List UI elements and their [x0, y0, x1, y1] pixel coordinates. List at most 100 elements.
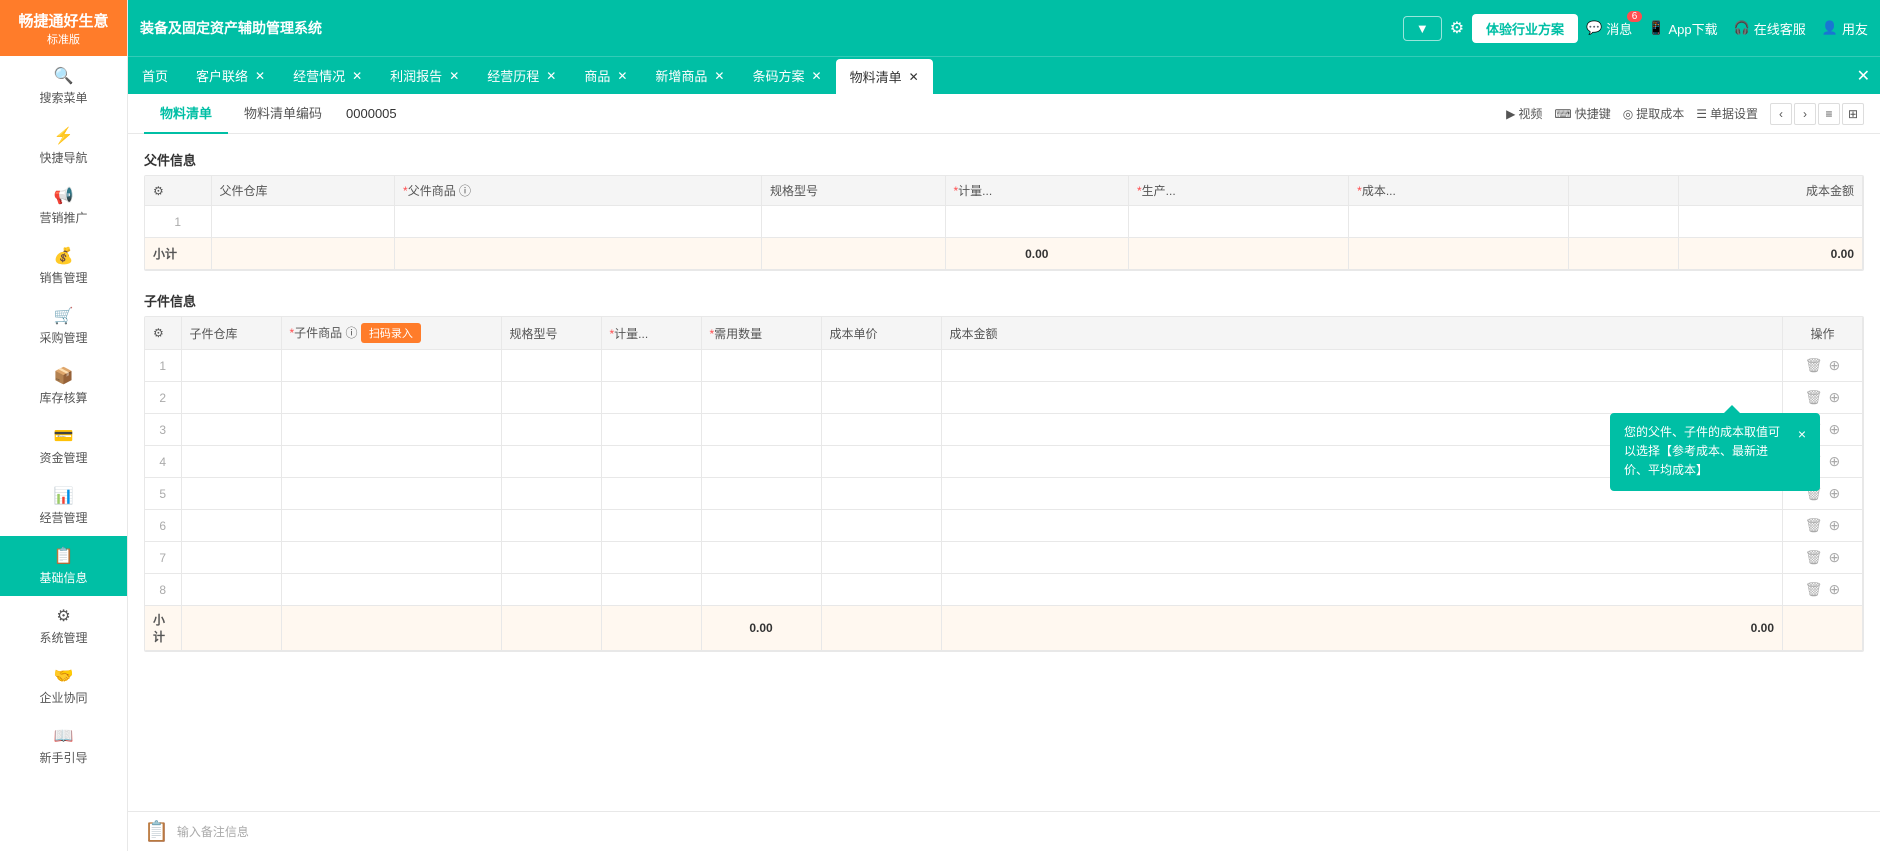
child-row-1-warehouse[interactable] [181, 350, 281, 382]
child-row-5-copy-btn[interactable]: ⊕ [1829, 485, 1841, 502]
child-row-8-warehouse[interactable] [181, 574, 281, 606]
parent-row-1-production[interactable] [1128, 206, 1348, 238]
child-row-8-copy-btn[interactable]: ⊕ [1829, 581, 1841, 598]
child-row-4-unit[interactable] [601, 446, 701, 478]
sidebar-item-marketing[interactable]: 📢营销推广 [0, 176, 127, 236]
child-row-3-unit[interactable] [601, 414, 701, 446]
child-row-7-unit[interactable] [601, 542, 701, 574]
child-row-3-spec[interactable] [501, 414, 601, 446]
dropdown-btn[interactable]: ▼ [1403, 16, 1442, 41]
nav-tab-2[interactable]: 经营情况✕ [279, 57, 376, 95]
message-btn[interactable]: 💬 消息 6 [1586, 19, 1632, 38]
child-row-2-unit-cost[interactable] [821, 382, 941, 414]
sidebar-item-cooperation[interactable]: 🤝企业协同 [0, 656, 127, 716]
view-btn[interactable]: ▶ 视频 [1506, 105, 1542, 122]
parent-row-1-unit[interactable] [945, 206, 1128, 238]
nav-tab-0[interactable]: 首页 [128, 57, 182, 95]
child-row-2-unit[interactable] [601, 382, 701, 414]
child-row-4-copy-btn[interactable]: ⊕ [1829, 453, 1841, 470]
child-row-1-unit[interactable] [601, 350, 701, 382]
child-row-5-warehouse[interactable] [181, 478, 281, 510]
nav-tab-close-3[interactable]: ✕ [449, 69, 459, 83]
parent-row-1-spec[interactable] [762, 206, 945, 238]
sidebar-item-quick-nav[interactable]: ⚡快捷导航 [0, 116, 127, 176]
child-row-3-copy-btn[interactable]: ⊕ [1829, 421, 1841, 438]
child-row-8-delete-btn[interactable]: 🗑 [1805, 581, 1823, 598]
nav-tab-close-7[interactable]: ✕ [812, 69, 822, 83]
child-row-4-qty[interactable] [701, 446, 821, 478]
online-service-btn[interactable]: 🎧 在线客服 [1734, 19, 1806, 38]
child-row-6-qty[interactable] [701, 510, 821, 542]
gear-icon[interactable]: ⚙ [1450, 18, 1464, 38]
sidebar-item-system[interactable]: ⚙系统管理 [0, 596, 127, 656]
child-row-1-spec[interactable] [501, 350, 601, 382]
child-row-8-unit[interactable] [601, 574, 701, 606]
child-row-6-unit[interactable] [601, 510, 701, 542]
sub-tab-bom[interactable]: 物料清单 [144, 94, 228, 134]
child-row-6-copy-btn[interactable]: ⊕ [1829, 517, 1841, 534]
nav-tab-1[interactable]: 客户联络✕ [182, 57, 279, 95]
sidebar-item-operations[interactable]: 📊经营管理 [0, 476, 127, 536]
child-row-3-unit-cost[interactable] [821, 414, 941, 446]
child-row-5-product[interactable] [281, 478, 501, 510]
child-row-6-delete-btn[interactable]: 🗑 [1805, 517, 1823, 534]
nav-tab-close-4[interactable]: ✕ [546, 69, 556, 83]
sidebar-item-search-menu[interactable]: 🔍搜索菜单 [0, 56, 127, 116]
child-row-2-product[interactable] [281, 382, 501, 414]
sidebar-item-sales[interactable]: 💰销售管理 [0, 236, 127, 296]
parent-row-1-product[interactable] [395, 206, 762, 238]
child-row-1-qty[interactable] [701, 350, 821, 382]
app-download-btn[interactable]: 📱 App下载 [1648, 19, 1717, 38]
sidebar-item-finance[interactable]: 💳资金管理 [0, 416, 127, 476]
parent-row-1-warehouse[interactable] [211, 206, 394, 238]
child-row-8-unit-cost[interactable] [821, 574, 941, 606]
scan-input-btn[interactable]: 扫码录入 [361, 323, 421, 343]
nav-tab-6[interactable]: 新增商品✕ [641, 57, 738, 95]
child-row-1-delete-btn[interactable]: 🗑 [1805, 357, 1823, 374]
child-row-5-spec[interactable] [501, 478, 601, 510]
child-row-4-unit-cost[interactable] [821, 446, 941, 478]
child-row-2-qty[interactable] [701, 382, 821, 414]
child-row-4-product[interactable] [281, 446, 501, 478]
nav-tab-close-5[interactable]: ✕ [617, 69, 627, 83]
sub-tab-bom-code[interactable]: 物料清单编码 [228, 94, 338, 134]
nav-tab-7[interactable]: 条码方案✕ [738, 57, 835, 95]
child-row-7-delete-btn[interactable]: 🗑 [1805, 549, 1823, 566]
sidebar-item-basic-info[interactable]: 📋基础信息 [0, 536, 127, 596]
child-row-2-spec[interactable] [501, 382, 601, 414]
close-all-tabs[interactable]: ✕ [1847, 66, 1880, 86]
child-row-7-product[interactable] [281, 542, 501, 574]
child-row-3-warehouse[interactable] [181, 414, 281, 446]
sidebar-item-guide[interactable]: 📖新手引导 [0, 716, 127, 776]
child-row-6-warehouse[interactable] [181, 510, 281, 542]
user-btn[interactable]: 👤 用友 [1822, 19, 1868, 38]
child-row-3-product[interactable] [281, 414, 501, 446]
child-row-5-qty[interactable] [701, 478, 821, 510]
child-row-2-delete-btn[interactable]: 🗑 [1805, 389, 1823, 406]
child-row-2-warehouse[interactable] [181, 382, 281, 414]
child-row-4-spec[interactable] [501, 446, 601, 478]
sidebar-item-purchase[interactable]: 🛒采购管理 [0, 296, 127, 356]
nav-tab-close-2[interactable]: ✕ [352, 69, 362, 83]
nav-tab-close-6[interactable]: ✕ [714, 69, 724, 83]
nav-tab-close-8[interactable]: ✕ [909, 70, 919, 84]
trial-btn[interactable]: 体验行业方案 [1472, 14, 1578, 43]
next-arrow[interactable]: › [1794, 103, 1816, 125]
tooltip-close-btn[interactable]: × [1798, 423, 1806, 445]
child-row-4-warehouse[interactable] [181, 446, 281, 478]
child-row-6-product[interactable] [281, 510, 501, 542]
child-row-8-spec[interactable] [501, 574, 601, 606]
child-row-2-copy-btn[interactable]: ⊕ [1829, 389, 1841, 406]
extract-cost-btn[interactable]: ◎ 提取成本 [1623, 105, 1685, 122]
child-row-7-copy-btn[interactable]: ⊕ [1829, 549, 1841, 566]
list-view-btn[interactable]: ≡ [1818, 103, 1840, 125]
child-row-8-product[interactable] [281, 574, 501, 606]
child-row-7-qty[interactable] [701, 542, 821, 574]
prev-arrow[interactable]: ‹ [1770, 103, 1792, 125]
child-row-6-spec[interactable] [501, 510, 601, 542]
child-row-7-spec[interactable] [501, 542, 601, 574]
child-row-8-qty[interactable] [701, 574, 821, 606]
child-row-7-unit-cost[interactable] [821, 542, 941, 574]
grid-view-btn[interactable]: ⊞ [1842, 103, 1864, 125]
sidebar-item-inventory[interactable]: 📦库存核算 [0, 356, 127, 416]
